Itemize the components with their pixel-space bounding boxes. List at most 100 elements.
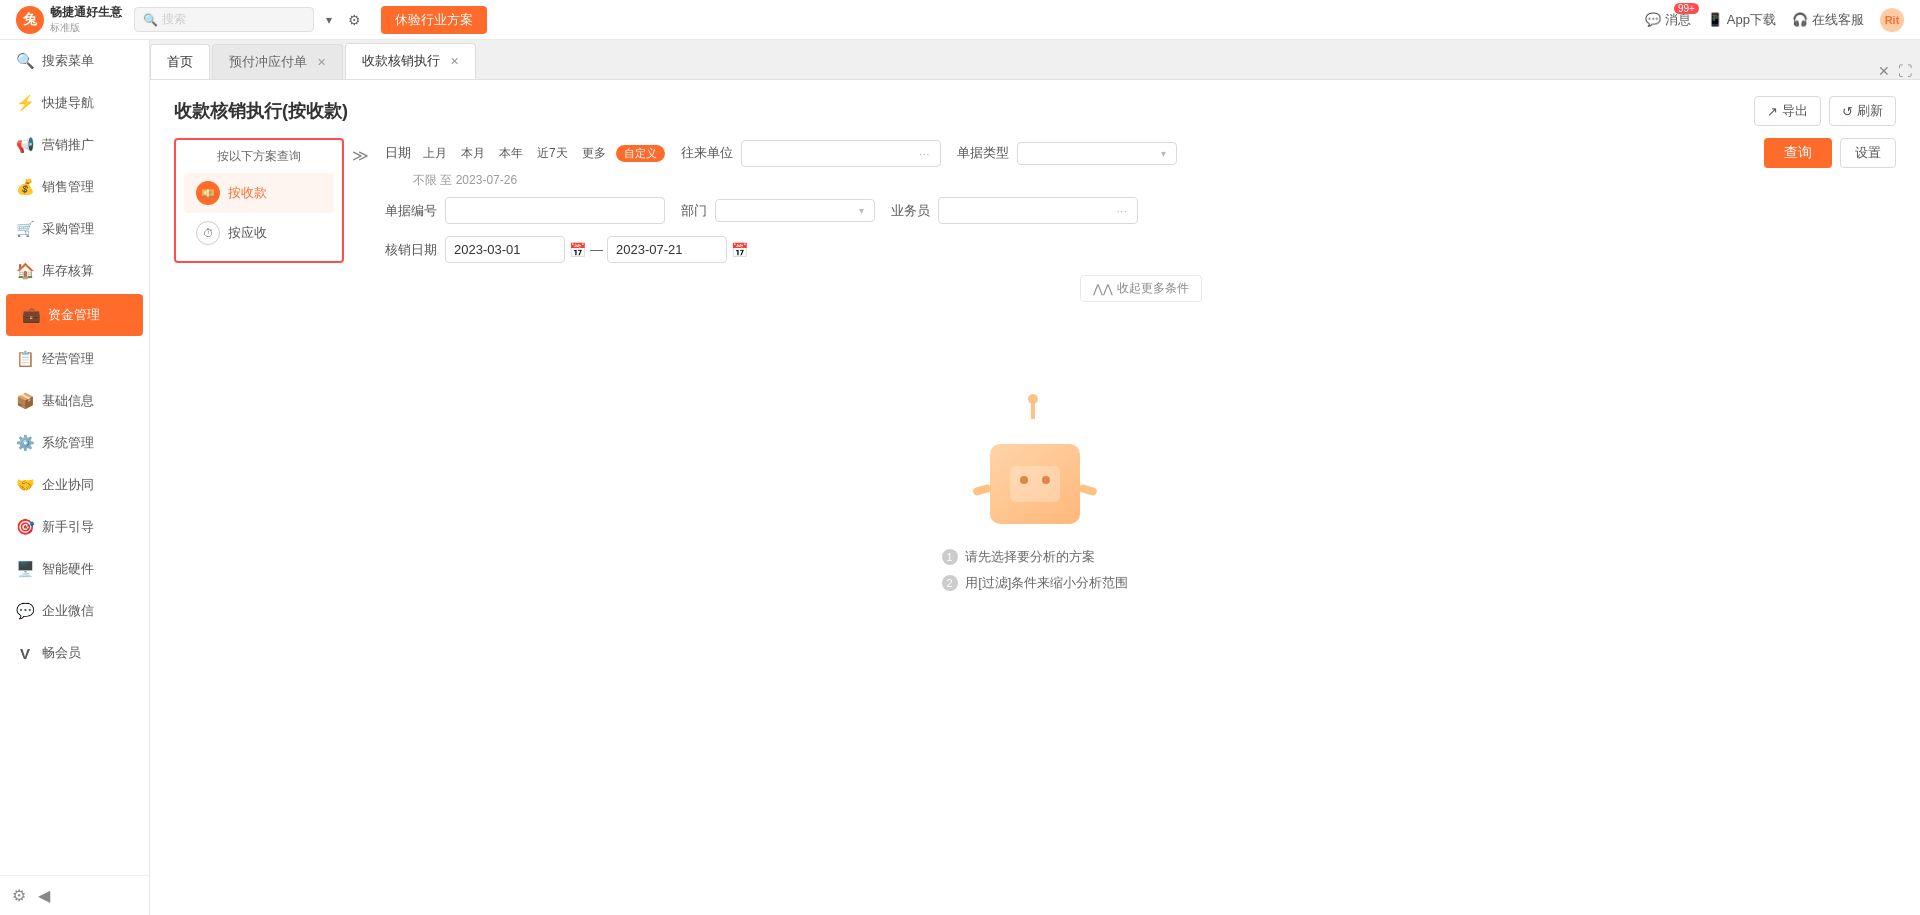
tab-receipt-verify[interactable]: 收款核销执行 ✕ [345, 43, 476, 79]
headset-icon: 🎧 [1792, 12, 1808, 27]
date-shortcut-group: 上月 本月 本年 近7天 更多 自定义 [419, 143, 665, 164]
export-button[interactable]: ↗ 导出 [1754, 96, 1821, 126]
filter-row-2: 单据编号 部门 ▾ 业务员 [385, 197, 1896, 224]
query-type-wrapper: 按以下方案查询 💴 按收款 ⏱ 按应收 [174, 138, 369, 302]
verify-date-range: 📅 — 📅 [445, 236, 748, 263]
date-no-limit-hint: 不限 至 2023-07-26 [413, 172, 1896, 189]
sidebar-item-marketing[interactable]: 📢 营销推广 [0, 124, 149, 166]
main-layout: 🔍 搜索菜单 ⚡ 快捷导航 📢 营销推广 💰 销售管理 🛒 采购管理 🏠 库存核… [0, 40, 1920, 915]
doc-type-selector[interactable]: ▾ [1017, 142, 1177, 165]
app-logo: 兔 畅捷通好生意 标准版 [16, 4, 122, 35]
empty-illustration [965, 394, 1105, 524]
calendar-start-icon[interactable]: 📅 [569, 242, 586, 258]
tab-prepay[interactable]: 预付冲应付单 ✕ [212, 44, 343, 79]
sidebar-item-management[interactable]: 📋 经营管理 [0, 338, 149, 380]
basic-icon: 📦 [16, 392, 34, 410]
query-button[interactable]: 查询 [1764, 138, 1832, 168]
settings-button[interactable]: 设置 [1840, 138, 1896, 168]
close-window-icon[interactable]: ✕ [1878, 63, 1890, 79]
vendor-filter: 往来单位 ··· [681, 140, 941, 167]
sidebar-item-wechat[interactable]: 💬 企业微信 [0, 590, 149, 632]
robot-eye-left [1020, 476, 1028, 484]
robot-eye-right [1042, 476, 1050, 484]
sidebar-item-purchase[interactable]: 🛒 采购管理 [0, 208, 149, 250]
sidebar-item-sales[interactable]: 💰 销售管理 [0, 166, 149, 208]
wechat-icon: 💬 [16, 602, 34, 620]
tab-home[interactable]: 首页 [150, 44, 210, 79]
date-more[interactable]: 更多 [578, 143, 610, 164]
doc-no-input[interactable] [445, 197, 665, 224]
robot-arm-left [972, 484, 991, 496]
refresh-button[interactable]: ↺ 刷新 [1829, 96, 1896, 126]
sidebar-item-system[interactable]: ⚙️ 系统管理 [0, 422, 149, 464]
filter-right: 日期 上月 本月 本年 近7天 更多 自定义 往来单位 [385, 138, 1896, 302]
sidebar-item-quick-nav[interactable]: ⚡ 快捷导航 [0, 82, 149, 124]
verify-date-end-input[interactable] [607, 236, 727, 263]
sidebar-item-guide[interactable]: 🎯 新手引导 [0, 506, 149, 548]
sidebar-item-inventory[interactable]: 🏠 库存核算 [0, 250, 149, 292]
avatar: Rit [1880, 8, 1904, 32]
robot-body [990, 444, 1080, 524]
settings-bottom-icon[interactable]: ⚙ [12, 886, 26, 905]
date-this-year[interactable]: 本年 [495, 143, 527, 164]
marketing-icon: 📢 [16, 136, 34, 154]
message-item[interactable]: 💬 消息 99+ [1645, 11, 1691, 29]
sidebar-item-enterprise[interactable]: 🤝 企业协同 [0, 464, 149, 506]
phone-icon: 📱 [1707, 12, 1723, 27]
sidebar-item-member[interactable]: V 畅会员 [0, 632, 149, 674]
receipt-option-icon: 💴 [196, 181, 220, 205]
collapse-more-button[interactable]: ⋀⋀ 收起更多条件 [1080, 275, 1202, 302]
query-by-receipt[interactable]: 💴 按收款 [184, 173, 334, 213]
collapse-sidebar-icon[interactable]: ◀ [38, 886, 50, 905]
receivable-option-icon: ⏱ [196, 221, 220, 245]
purchase-icon: 🛒 [16, 220, 34, 238]
filter-panel: 按以下方案查询 💴 按收款 ⏱ 按应收 [150, 126, 1920, 314]
tab-bar: 首页 预付冲应付单 ✕ 收款核销执行 ✕ ✕ ⛶ [150, 40, 1920, 80]
system-icon: ⚙️ [16, 434, 34, 452]
dropdown-arrow[interactable]: ▾ [326, 13, 332, 27]
action-buttons: 查询 设置 [1764, 138, 1896, 168]
page-header-actions: ↗ 导出 ↺ 刷新 [1754, 96, 1896, 126]
expand-icon[interactable]: ⛶ [1898, 63, 1912, 79]
query-by-receivable[interactable]: ⏱ 按应收 [184, 213, 334, 253]
collapse-left-panel-btn[interactable]: ≫ [352, 146, 369, 165]
hint-line-1: 1 请先选择要分析的方案 [942, 544, 1129, 570]
management-icon: 📋 [16, 350, 34, 368]
tab-close-prepay[interactable]: ✕ [317, 56, 326, 69]
sidebar-item-basic[interactable]: 📦 基础信息 [0, 380, 149, 422]
doc-no-filter: 单据编号 [385, 197, 665, 224]
sidebar: 🔍 搜索菜单 ⚡ 快捷导航 📢 营销推广 💰 销售管理 🛒 采购管理 🏠 库存核… [0, 40, 150, 915]
calendar-end-icon[interactable]: 📅 [731, 242, 748, 258]
member-icon: V [16, 645, 34, 662]
user-item[interactable]: Rit [1880, 8, 1904, 32]
sidebar-item-finance[interactable]: 💼 资金管理 [6, 294, 143, 336]
finance-icon: 💼 [22, 306, 40, 324]
refresh-icon: ↺ [1842, 104, 1853, 119]
robot-antenna-top [1028, 394, 1038, 404]
dept-selector[interactable]: ▾ [715, 199, 875, 222]
staff-selector[interactable]: ··· [938, 197, 1138, 224]
date-filter: 日期 上月 本月 本年 近7天 更多 自定义 [385, 143, 665, 164]
date-last-7-days[interactable]: 近7天 [533, 143, 572, 164]
date-last-month[interactable]: 上月 [419, 143, 451, 164]
gear-icon[interactable]: ⚙ [348, 12, 361, 28]
industry-solution-button[interactable]: 休验行业方案 [381, 6, 487, 34]
vendor-selector[interactable]: ··· [741, 140, 941, 167]
robot-arm-right [1078, 484, 1097, 496]
dept-filter: 部门 ▾ [681, 199, 875, 222]
doc-type-filter: 单据类型 ▾ [957, 142, 1177, 165]
online-service-item[interactable]: 🎧 在线客服 [1792, 11, 1864, 29]
collapse-more-row: ⋀⋀ 收起更多条件 [385, 275, 1896, 302]
content-area: 首页 预付冲应付单 ✕ 收款核销执行 ✕ ✕ ⛶ 收款核销执行(按收款) [150, 40, 1920, 915]
enterprise-icon: 🤝 [16, 476, 34, 494]
date-custom-badge[interactable]: 自定义 [616, 145, 665, 162]
sidebar-item-hardware[interactable]: 🖥️ 智能硬件 [0, 548, 149, 590]
verify-date-filter: 核销日期 📅 — 📅 [385, 236, 748, 263]
sidebar-item-search-menu[interactable]: 🔍 搜索菜单 [0, 40, 149, 82]
tab-close-receipt-verify[interactable]: ✕ [450, 55, 459, 68]
logo-text: 畅捷通好生意 标准版 [50, 4, 122, 35]
verify-date-start-input[interactable] [445, 236, 565, 263]
app-download-item[interactable]: 📱 App下载 [1707, 11, 1776, 29]
page-title: 收款核销执行(按收款) [174, 99, 348, 123]
date-this-month[interactable]: 本月 [457, 143, 489, 164]
